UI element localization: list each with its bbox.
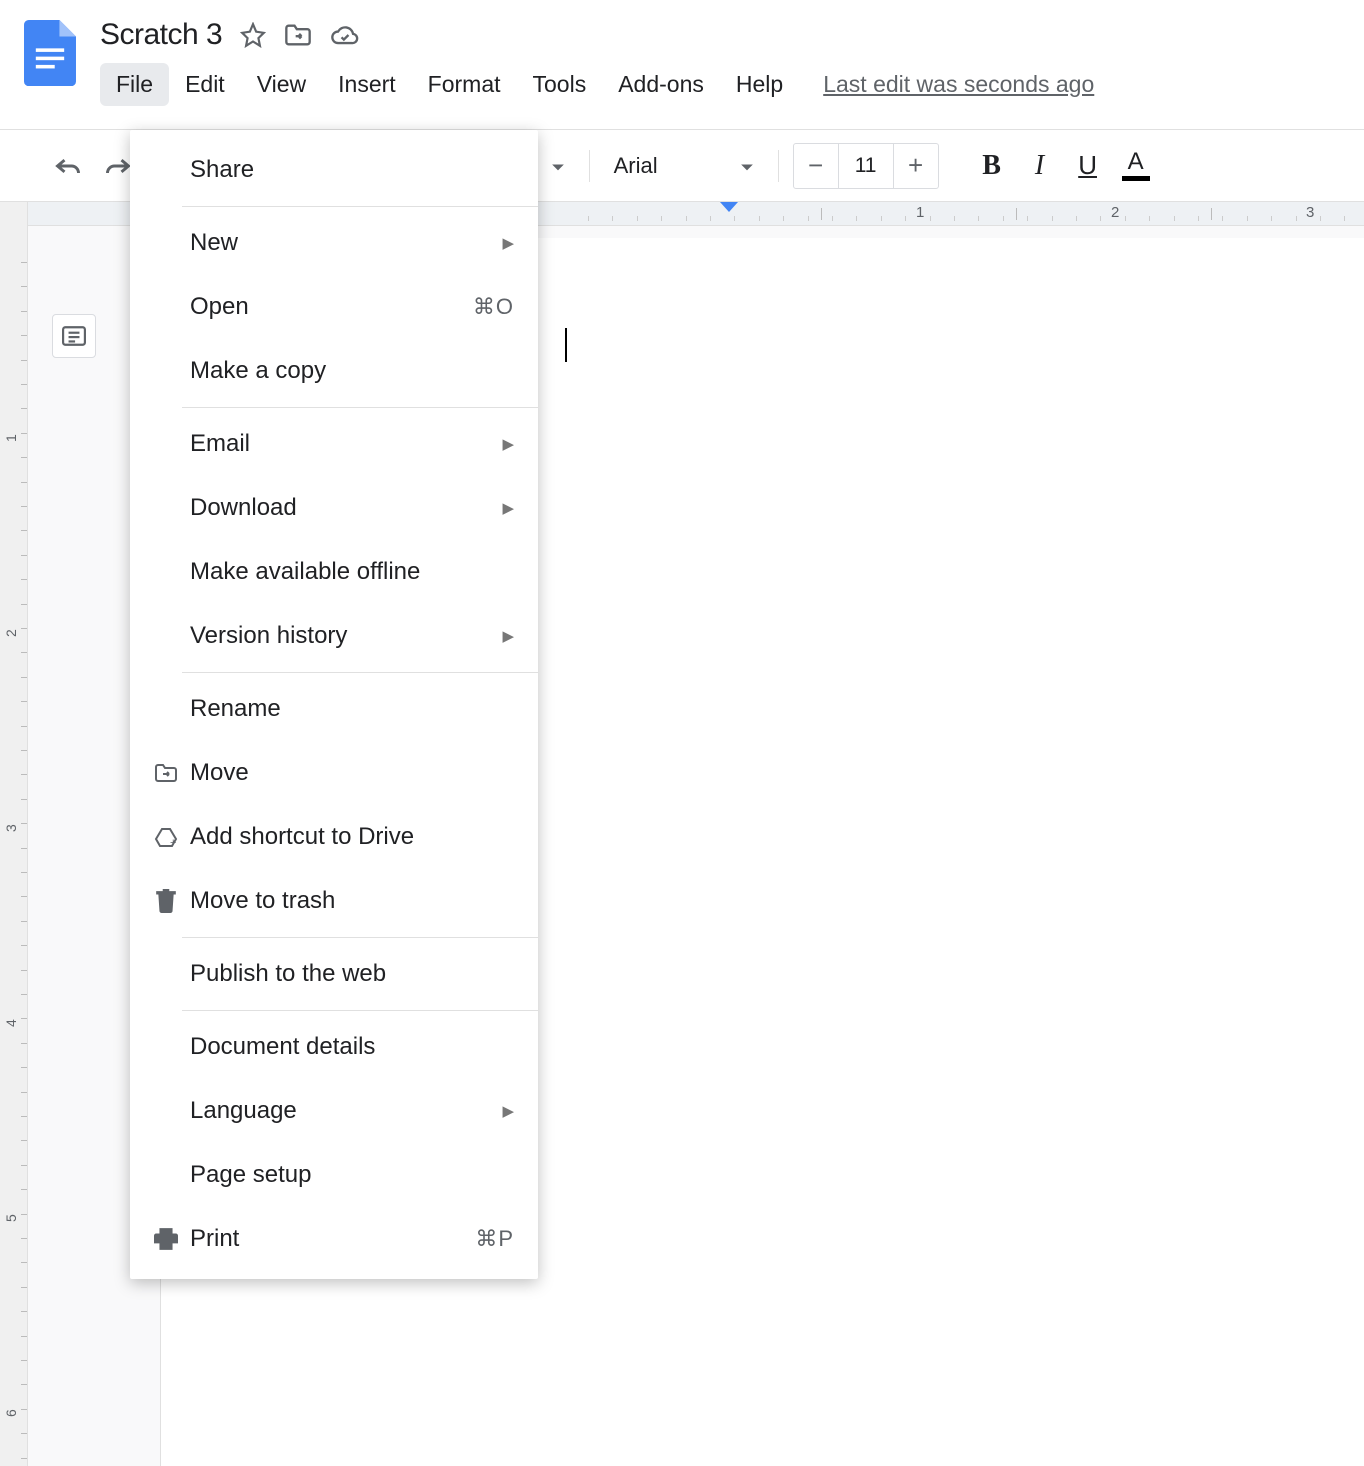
menu-item-label: Make available offline	[190, 558, 514, 586]
dropdown-arrow-icon	[551, 153, 565, 179]
cloud-status-icon[interactable]	[330, 23, 360, 47]
vruler-mark: 5	[3, 1214, 19, 1222]
separator	[182, 407, 538, 408]
menu-item-label: Rename	[190, 695, 514, 723]
dropdown-arrow-icon	[740, 153, 754, 179]
menu-item-label: Open	[190, 293, 473, 321]
file-print[interactable]: Print ⌘P	[130, 1207, 538, 1271]
file-download[interactable]: Download ▶	[130, 476, 538, 540]
ruler-tick	[821, 208, 822, 220]
ruler-tick	[1016, 208, 1017, 220]
menu-item-label: Move	[190, 759, 514, 787]
underline-button[interactable]: U	[1067, 145, 1109, 187]
undo-button[interactable]	[48, 150, 88, 182]
ruler-mark: 1	[916, 204, 924, 221]
submenu-arrow-icon: ▶	[502, 435, 514, 453]
file-document-details[interactable]: Document details	[130, 1015, 538, 1079]
separator	[589, 150, 590, 182]
menu-item-label: Move to trash	[190, 887, 514, 915]
docs-logo-icon[interactable]	[24, 20, 76, 86]
file-share[interactable]: Share	[130, 138, 538, 202]
file-language[interactable]: Language ▶	[130, 1079, 538, 1143]
menu-item-label: Download	[190, 494, 502, 522]
menu-addons[interactable]: Add-ons	[602, 63, 720, 106]
file-version-history[interactable]: Version history ▶	[130, 604, 538, 668]
print-icon	[150, 1228, 182, 1250]
vruler-mark: 2	[3, 629, 19, 637]
font-size-increase-button[interactable]: +	[894, 144, 938, 188]
vruler-mark: 3	[3, 824, 19, 832]
outline-toggle-button[interactable]	[52, 314, 96, 358]
submenu-arrow-icon: ▶	[502, 234, 514, 252]
menu-item-label: Make a copy	[190, 357, 514, 385]
vertical-ruler[interactable]: 1 2 3 4 5 6	[0, 202, 28, 1466]
keyboard-shortcut: ⌘O	[473, 294, 514, 320]
menu-tools[interactable]: Tools	[517, 63, 603, 106]
file-email[interactable]: Email ▶	[130, 412, 538, 476]
vruler-mark: 1	[3, 434, 19, 442]
text-cursor	[565, 328, 567, 362]
text-color-button[interactable]: A	[1115, 145, 1157, 187]
keyboard-shortcut: ⌘P	[475, 1226, 514, 1252]
menu-insert[interactable]: Insert	[322, 63, 412, 106]
separator	[182, 937, 538, 938]
trash-icon	[150, 889, 182, 913]
font-size-value[interactable]: 11	[838, 144, 894, 188]
submenu-arrow-icon: ▶	[502, 1102, 514, 1120]
vruler-mark: 6	[3, 1409, 19, 1417]
menu-item-label: Version history	[190, 622, 502, 650]
font-label: Arial	[614, 153, 658, 179]
file-menu-dropdown: Share New ▶ Open ⌘O Make a copy Email ▶ …	[130, 130, 538, 1279]
ruler-mark: 2	[1111, 204, 1119, 221]
file-rename[interactable]: Rename	[130, 677, 538, 741]
menu-item-label: Share	[190, 156, 514, 184]
folder-arrow-icon	[150, 763, 182, 783]
menu-item-label: Publish to the web	[190, 960, 514, 988]
move-to-folder-icon[interactable]	[284, 23, 312, 47]
last-edit-link[interactable]: Last edit was seconds ago	[823, 71, 1094, 98]
separator	[182, 206, 538, 207]
menu-view[interactable]: View	[241, 63, 322, 106]
vruler-mark: 4	[3, 1019, 19, 1027]
submenu-arrow-icon: ▶	[502, 499, 514, 517]
svg-text:+: +	[170, 837, 176, 848]
menu-item-label: Page setup	[190, 1161, 514, 1189]
star-icon[interactable]	[240, 22, 266, 48]
font-select[interactable]: Arial	[604, 147, 764, 185]
indent-marker-icon[interactable]	[720, 202, 738, 212]
menu-format[interactable]: Format	[412, 63, 517, 106]
file-move-to-trash[interactable]: Move to trash	[130, 869, 538, 933]
separator	[182, 672, 538, 673]
menu-item-label: Document details	[190, 1033, 514, 1061]
font-size-control: − 11 +	[793, 143, 939, 189]
menu-item-label: Print	[190, 1225, 475, 1253]
file-page-setup[interactable]: Page setup	[130, 1143, 538, 1207]
menu-help[interactable]: Help	[720, 63, 799, 106]
submenu-arrow-icon: ▶	[502, 627, 514, 645]
ruler-tick	[1211, 208, 1212, 220]
header: Scratch 3 File Edit View Insert Format T…	[0, 0, 1364, 130]
separator	[182, 1010, 538, 1011]
menu-file[interactable]: File	[100, 63, 169, 106]
file-publish[interactable]: Publish to the web	[130, 942, 538, 1006]
menu-edit[interactable]: Edit	[169, 63, 241, 106]
italic-button[interactable]: I	[1019, 145, 1061, 187]
file-add-shortcut[interactable]: + Add shortcut to Drive	[130, 805, 538, 869]
separator	[778, 150, 779, 182]
file-open[interactable]: Open ⌘O	[130, 275, 538, 339]
bold-button[interactable]: B	[971, 145, 1013, 187]
file-new[interactable]: New ▶	[130, 211, 538, 275]
menu-bar: File Edit View Insert Format Tools Add-o…	[100, 60, 1364, 108]
menu-item-label: New	[190, 229, 502, 257]
drive-shortcut-icon: +	[150, 826, 182, 848]
document-title[interactable]: Scratch 3	[100, 18, 222, 52]
menu-item-label: Language	[190, 1097, 502, 1125]
menu-item-label: Add shortcut to Drive	[190, 823, 514, 851]
file-move[interactable]: Move	[130, 741, 538, 805]
menu-item-label: Email	[190, 430, 502, 458]
font-size-decrease-button[interactable]: −	[794, 144, 838, 188]
file-make-copy[interactable]: Make a copy	[130, 339, 538, 403]
file-offline[interactable]: Make available offline	[130, 540, 538, 604]
ruler-mark: 3	[1306, 204, 1314, 221]
